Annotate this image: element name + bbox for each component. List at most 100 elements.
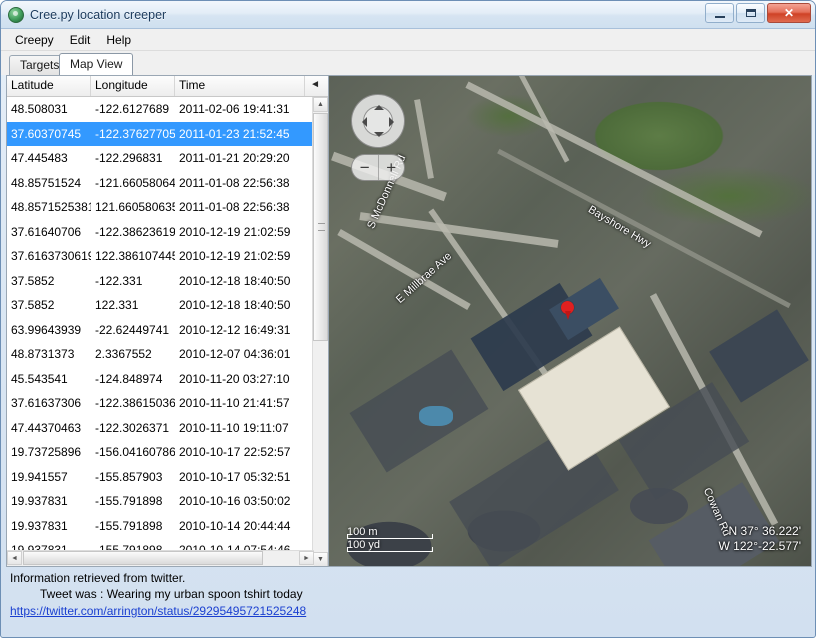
menu-item-creepy[interactable]: Creepy (7, 31, 62, 49)
info-tweet-text: Tweet was : Wearing my urban spoon tshir… (40, 587, 303, 601)
table-row[interactable]: 48.8731373 2.3367552 2010-12-07 04:36:01 (7, 342, 314, 367)
table-row[interactable]: 63.99643939 -22.62449741 2010-12-12 16:4… (7, 318, 314, 343)
scroll-down-icon[interactable]: ▼ (313, 552, 328, 566)
horizontal-scroll-thumb[interactable] (23, 551, 263, 565)
cell-longitude: -155.791898 (95, 494, 163, 509)
cell-time: 2011-01-21 20:29:20 (179, 151, 290, 166)
zoom-in-button[interactable]: + (379, 155, 405, 180)
cell-longitude: 121.660580635 (95, 200, 175, 215)
column-header-time[interactable]: Time (175, 76, 305, 96)
table-row[interactable]: 37.5852 122.331 2010-12-18 18:40:50 (7, 293, 314, 318)
pool (419, 406, 453, 426)
location-marker[interactable] (561, 301, 574, 321)
table-row[interactable]: 19.941557 -155.857903 2010-10-17 05:32:5… (7, 465, 314, 490)
cell-longitude: 122.331 (95, 298, 139, 313)
column-header-longitude[interactable]: Longitude (91, 76, 175, 96)
cell-latitude: 19.73725896 (11, 445, 82, 460)
pan-up-icon[interactable] (374, 100, 384, 110)
table-row[interactable]: 48.508031 -122.6127689 2011-02-06 19:41:… (7, 97, 314, 122)
cell-longitude: -122.38623619 (95, 224, 175, 239)
cell-latitude: 45.543541 (11, 371, 68, 386)
scale-imperial: 100 yd (347, 539, 433, 552)
table-horizontal-scrollbar[interactable]: ◄ ► (7, 550, 314, 566)
cell-latitude: 48.8731373 (11, 347, 75, 362)
close-icon: ✕ (783, 6, 795, 20)
locations-table: Latitude Longitude Time ◄ 48.508031 -122… (7, 76, 329, 566)
coordinate-readout: N 37° 36.222' W 122°-22.577' (719, 524, 801, 554)
cell-latitude: 37.61637306 (11, 396, 82, 411)
tab-map-view[interactable]: Map View (59, 53, 134, 75)
scale-imperial-label: 100 yd (347, 539, 381, 551)
cell-longitude: -122.37627705 (95, 126, 175, 141)
pan-down-icon[interactable] (374, 132, 384, 142)
table-row[interactable]: 19.73725896 -156.04160786 2010-10-17 22:… (7, 440, 314, 465)
cell-longitude: 122.386107445 (95, 249, 175, 264)
info-tweet-link[interactable]: https://twitter.com/arrington/status/292… (6, 601, 812, 618)
app-globe-icon (8, 6, 24, 23)
table-row[interactable]: 37.61640706 -122.38623619 2010-12-19 21:… (7, 220, 314, 245)
cell-time: 2010-11-10 19:11:07 (179, 420, 289, 435)
table-row[interactable]: 37.61637306 -122.38615036 2010-11-10 21:… (7, 391, 314, 416)
scroll-left-icon[interactable]: ◄ (7, 551, 22, 565)
pan-control[interactable] (351, 94, 405, 148)
cell-latitude: 47.445483 (11, 151, 68, 166)
cell-latitude: 19.941557 (11, 469, 68, 484)
scale-metric-line (347, 534, 433, 539)
cell-latitude: 37.61640706 (11, 224, 82, 239)
cell-latitude: 19.937831 (11, 494, 68, 509)
cell-longitude: -22.62449741 (95, 322, 170, 337)
pan-right-icon[interactable] (389, 117, 399, 127)
table-row[interactable]: 48.8571525381 121.660580635 2011-01-08 2… (7, 195, 314, 220)
map-view[interactable]: S McDonnell Rd E Millbrae Ave Bayshore H… (329, 76, 811, 566)
content-area: Latitude Longitude Time ◄ 48.508031 -122… (6, 75, 812, 567)
cell-latitude: 47.44370463 (11, 420, 82, 435)
minimize-button[interactable] (705, 3, 734, 23)
table-body[interactable]: 48.508031 -122.6127689 2011-02-06 19:41:… (7, 97, 314, 566)
cell-longitude: -124.848974 (95, 371, 163, 386)
cell-latitude: 37.5852 (11, 298, 55, 313)
table-row[interactable]: 37.5852 -122.331 2010-12-18 18:40:50 (7, 269, 314, 294)
minimize-icon (706, 4, 733, 22)
pan-left-icon[interactable] (357, 117, 367, 127)
cell-longitude: -122.38615036 (95, 396, 175, 411)
cell-time: 2011-02-06 19:41:31 (179, 102, 290, 117)
scale-metric: 100 m (347, 526, 433, 539)
maximize-icon (737, 4, 764, 22)
scroll-up-icon[interactable]: ▲ (313, 97, 328, 112)
menu-item-edit[interactable]: Edit (62, 31, 99, 49)
zoom-out-button[interactable]: − (352, 155, 379, 180)
vertical-scroll-thumb[interactable] (313, 113, 328, 341)
cell-longitude: -122.331 (95, 273, 143, 288)
table-row[interactable]: 47.44370463 -122.3026371 2010-11-10 19:1… (7, 416, 314, 441)
table-row[interactable]: 37.6163730619 122.386107445 2010-12-19 2… (7, 244, 314, 269)
window-title: Cree.py location creeper (30, 7, 167, 22)
column-header-latitude[interactable]: Latitude (7, 76, 91, 96)
table-row[interactable]: 37.60370745 -122.37627705 2011-01-23 21:… (7, 121, 314, 146)
maximize-button[interactable] (736, 3, 765, 23)
cell-time: 2010-10-17 22:52:57 (179, 445, 291, 460)
cell-latitude: 48.8571525381 (11, 200, 91, 215)
table-row[interactable]: 48.85751524 -121.66058064 2011-01-08 22:… (7, 171, 314, 196)
scroll-right-icon[interactable]: ► (299, 551, 314, 565)
info-panel: Information retrieved from twitter. Twee… (6, 569, 812, 618)
close-button[interactable]: ✕ (767, 3, 811, 23)
table-row[interactable]: 45.543541 -124.848974 2010-11-20 03:27:1… (7, 367, 314, 392)
table-row[interactable]: 19.937831 -155.791898 2010-10-16 03:50:0… (7, 489, 314, 514)
map-scale-bar: 100 m 100 yd (347, 526, 433, 552)
menu-item-help[interactable]: Help (98, 31, 139, 49)
cell-longitude: -156.04160786 (95, 445, 175, 460)
zoom-control[interactable]: − + (351, 154, 405, 181)
sort-indicator-icon[interactable]: ◄ (310, 79, 320, 90)
cell-time: 2010-12-12 16:49:31 (179, 322, 291, 337)
cell-latitude: 48.508031 (11, 102, 68, 117)
cell-latitude: 37.6163730619 (11, 249, 91, 264)
table-row[interactable]: 19.937831 -155.791898 2010-10-14 20:44:4… (7, 514, 314, 539)
cell-time: 2010-10-16 03:50:02 (179, 494, 291, 509)
table-vertical-scrollbar[interactable]: ▲ ▼ (312, 97, 328, 566)
table-row[interactable]: 47.445483 -122.296831 2011-01-21 20:29:2… (7, 146, 314, 171)
table-header-row: Latitude Longitude Time ◄ (7, 76, 328, 97)
cell-time: 2011-01-08 22:56:38 (179, 200, 290, 215)
scale-metric-label: 100 m (347, 526, 378, 538)
cell-longitude: -122.296831 (95, 151, 163, 166)
cell-time: 2010-12-07 04:36:01 (179, 347, 291, 362)
